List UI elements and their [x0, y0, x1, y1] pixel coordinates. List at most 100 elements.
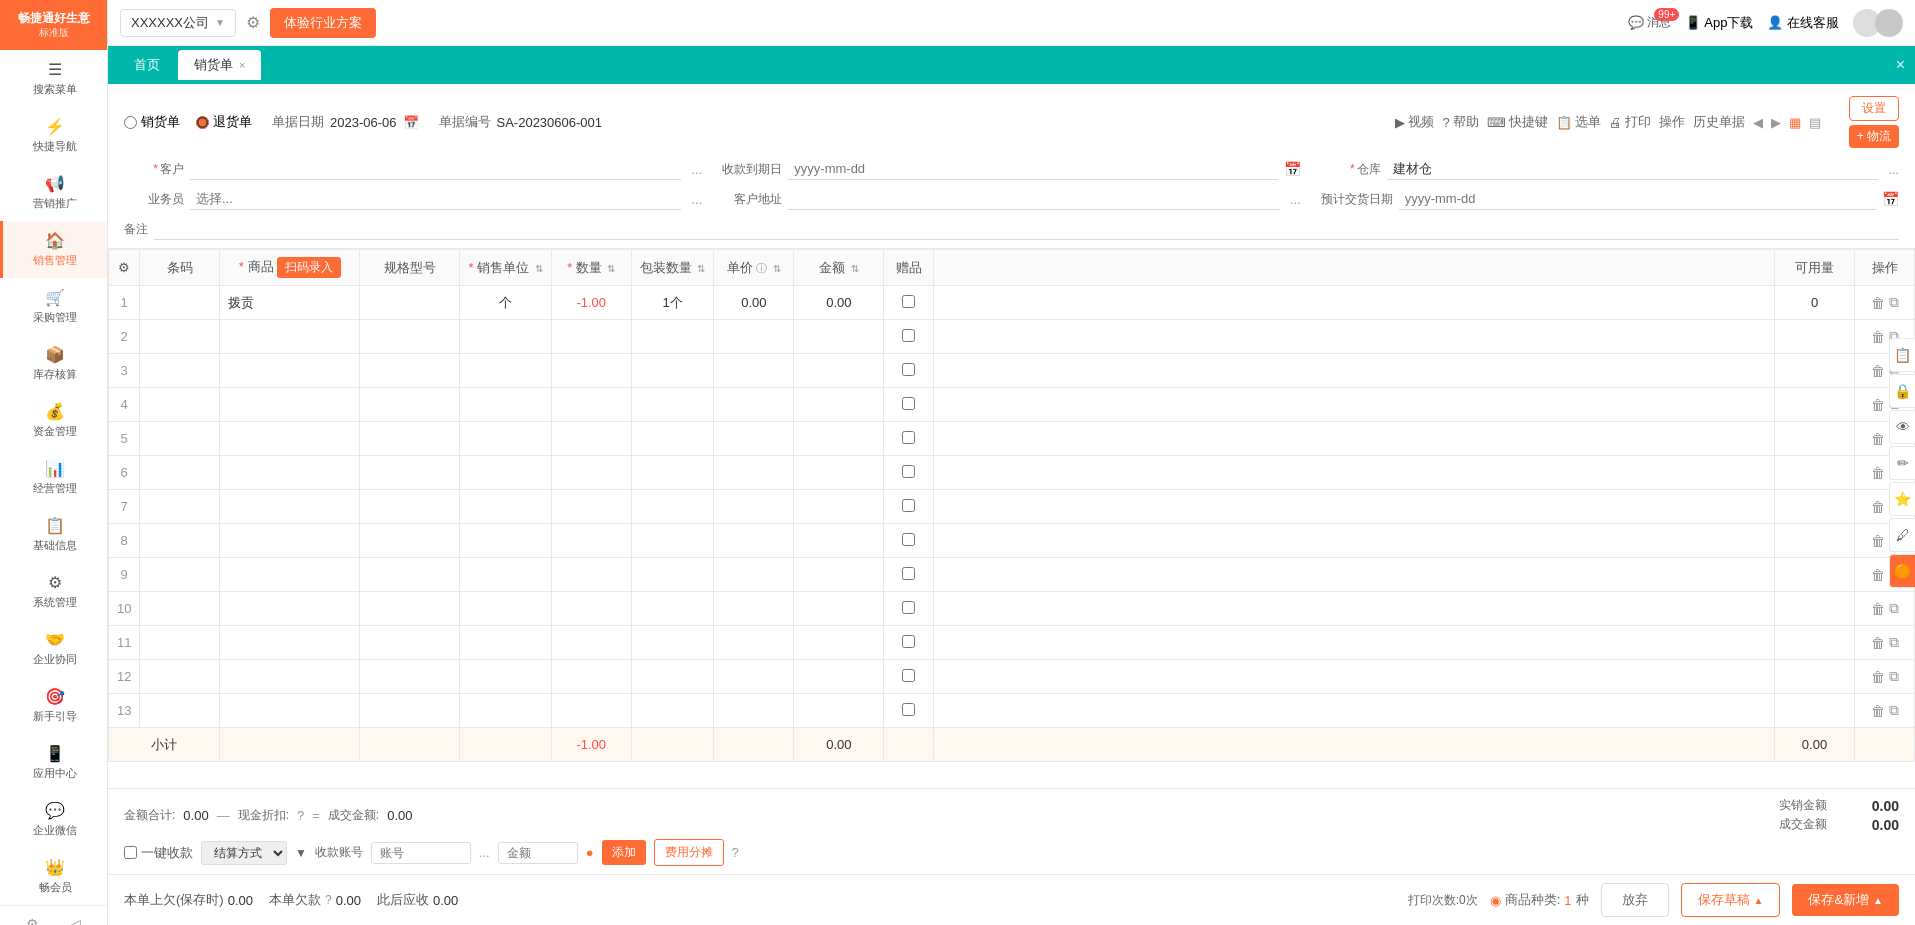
- gift-checkbox-12[interactable]: [902, 669, 915, 682]
- cell-barcode-2[interactable]: [140, 320, 220, 354]
- delete-icon-1[interactable]: 🗑: [1871, 295, 1885, 311]
- gift-checkbox-8[interactable]: [902, 533, 915, 546]
- cell-amount-4[interactable]: [794, 388, 884, 422]
- cell-pkgqty-2[interactable]: [631, 320, 714, 354]
- cell-product-4[interactable]: [220, 388, 360, 422]
- scan-button[interactable]: 扫码录入: [277, 257, 341, 278]
- discount-help-icon[interactable]: ?: [297, 808, 304, 823]
- float-btn-7[interactable]: 🟠: [1889, 554, 1915, 588]
- radio-return-input[interactable]: [196, 116, 209, 129]
- cell-pkgqty-10[interactable]: [631, 592, 714, 626]
- remark-input[interactable]: [154, 218, 1899, 240]
- debit-help-icon[interactable]: ?: [325, 893, 332, 907]
- float-btn-5[interactable]: ⭐: [1889, 482, 1915, 516]
- cell-price-8[interactable]: [714, 524, 794, 558]
- cell-price-3[interactable]: [714, 354, 794, 388]
- cell-spec-3[interactable]: [360, 354, 460, 388]
- save-new-button[interactable]: 保存&新增 ▲: [1792, 884, 1899, 916]
- sidebar-item-inventory[interactable]: 📦 库存核算: [0, 335, 107, 392]
- customer-addr-input[interactable]: [788, 188, 1279, 210]
- delete-icon-2[interactable]: 🗑: [1871, 329, 1885, 345]
- cell-spec-5[interactable]: [360, 422, 460, 456]
- cell-amount-3[interactable]: [794, 354, 884, 388]
- cell-barcode-11[interactable]: [140, 626, 220, 660]
- cell-product-7[interactable]: [220, 490, 360, 524]
- delete-icon-11[interactable]: 🗑: [1871, 635, 1885, 651]
- th-unit-sort[interactable]: ⇅: [535, 263, 543, 274]
- cell-gift-4[interactable]: [884, 388, 934, 422]
- gift-checkbox-5[interactable]: [902, 431, 915, 444]
- cell-barcode-8[interactable]: [140, 524, 220, 558]
- discard-button[interactable]: 放弃: [1601, 883, 1669, 917]
- copy-icon-10[interactable]: ⧉: [1889, 600, 1899, 617]
- copy-icon-13[interactable]: ⧉: [1889, 702, 1899, 719]
- history-btn[interactable]: 历史单据: [1693, 113, 1745, 131]
- one-click-pay-checkbox[interactable]: 一键收款: [124, 844, 193, 862]
- shortcut-btn[interactable]: ⌨ 快捷键: [1487, 113, 1548, 131]
- cell-gift-12[interactable]: [884, 660, 934, 694]
- price-info-icon[interactable]: ⓘ: [756, 262, 767, 274]
- cell-spec-8[interactable]: [360, 524, 460, 558]
- cell-price-12[interactable]: [714, 660, 794, 694]
- cell-product-12[interactable]: [220, 660, 360, 694]
- radio-return[interactable]: 退货单: [196, 113, 252, 131]
- cell-pkgqty-12[interactable]: [631, 660, 714, 694]
- cell-gift-11[interactable]: [884, 626, 934, 660]
- sidebar-item-collab[interactable]: 🤝 企业协同: [0, 620, 107, 677]
- expense-button[interactable]: 费用分摊: [654, 839, 724, 866]
- cell-gift-7[interactable]: [884, 490, 934, 524]
- sidebar-item-quick-nav[interactable]: ⚡ 快捷导航: [0, 107, 107, 164]
- cell-price-1[interactable]: 0.00: [714, 286, 794, 320]
- gift-checkbox-3[interactable]: [902, 363, 915, 376]
- cell-spec-4[interactable]: [360, 388, 460, 422]
- float-btn-2[interactable]: 🔒: [1889, 374, 1915, 408]
- delete-icon-10[interactable]: 🗑: [1871, 601, 1885, 617]
- sidebar-item-sales[interactable]: 🏠 销售管理: [0, 221, 107, 278]
- amount-input[interactable]: [498, 842, 578, 864]
- sidebar-item-search[interactable]: ☰ 搜索菜单: [0, 50, 107, 107]
- cell-pkgqty-11[interactable]: [631, 626, 714, 660]
- choose-btn[interactable]: 📋 选单: [1556, 113, 1601, 131]
- th-qty-sort[interactable]: ⇅: [607, 263, 615, 274]
- cell-gift-9[interactable]: [884, 558, 934, 592]
- cell-amount-7[interactable]: [794, 490, 884, 524]
- help-btn[interactable]: ? 帮助: [1442, 113, 1478, 131]
- delivery-calendar-icon[interactable]: 📅: [1882, 191, 1899, 207]
- cell-gift-6[interactable]: [884, 456, 934, 490]
- cell-gift-3[interactable]: [884, 354, 934, 388]
- delete-icon-13[interactable]: 🗑: [1871, 703, 1885, 719]
- cell-price-9[interactable]: [714, 558, 794, 592]
- expense-help-icon[interactable]: ?: [732, 845, 739, 860]
- delete-icon-3[interactable]: 🗑: [1871, 363, 1885, 379]
- delete-icon-5[interactable]: 🗑: [1871, 431, 1885, 447]
- cell-product-2[interactable]: [220, 320, 360, 354]
- online-service-item[interactable]: 👤 在线客服: [1767, 14, 1839, 32]
- cell-qty-8[interactable]: [551, 524, 631, 558]
- user-avatar2[interactable]: [1875, 9, 1903, 37]
- message-icon-area[interactable]: 💬 消息 99+: [1628, 14, 1671, 31]
- cell-gift-5[interactable]: [884, 422, 934, 456]
- cell-pkgqty-7[interactable]: [631, 490, 714, 524]
- operate-btn[interactable]: 操作: [1659, 113, 1685, 131]
- sidebar-item-finance[interactable]: 💰 资金管理: [0, 392, 107, 449]
- cell-qty-2[interactable]: [551, 320, 631, 354]
- cell-spec-2[interactable]: [360, 320, 460, 354]
- table-container[interactable]: ⚙ 条码 * 商品 扫码录入 规格型号 * 销售单位 ⇅: [108, 249, 1915, 788]
- sidebar-item-purchase[interactable]: 🛒 采购管理: [0, 278, 107, 335]
- cell-product-10[interactable]: [220, 592, 360, 626]
- float-btn-6[interactable]: 🖊: [1889, 518, 1915, 552]
- sidebar-item-member[interactable]: 👑 畅会员: [0, 848, 107, 905]
- cell-qty-1[interactable]: -1.00: [551, 286, 631, 320]
- cell-pkgqty-4[interactable]: [631, 388, 714, 422]
- cell-amount-12[interactable]: [794, 660, 884, 694]
- cell-barcode-12[interactable]: [140, 660, 220, 694]
- copy-icon-12[interactable]: ⧉: [1889, 668, 1899, 685]
- delete-icon-6[interactable]: 🗑: [1871, 465, 1885, 481]
- cell-price-2[interactable]: [714, 320, 794, 354]
- cell-qty-3[interactable]: [551, 354, 631, 388]
- cell-barcode-3[interactable]: [140, 354, 220, 388]
- cell-pkgqty-1[interactable]: 1个: [631, 286, 714, 320]
- delete-icon-9[interactable]: 🗑: [1871, 567, 1885, 583]
- cell-pkgqty-8[interactable]: [631, 524, 714, 558]
- tab-close-icon[interactable]: ×: [239, 59, 245, 71]
